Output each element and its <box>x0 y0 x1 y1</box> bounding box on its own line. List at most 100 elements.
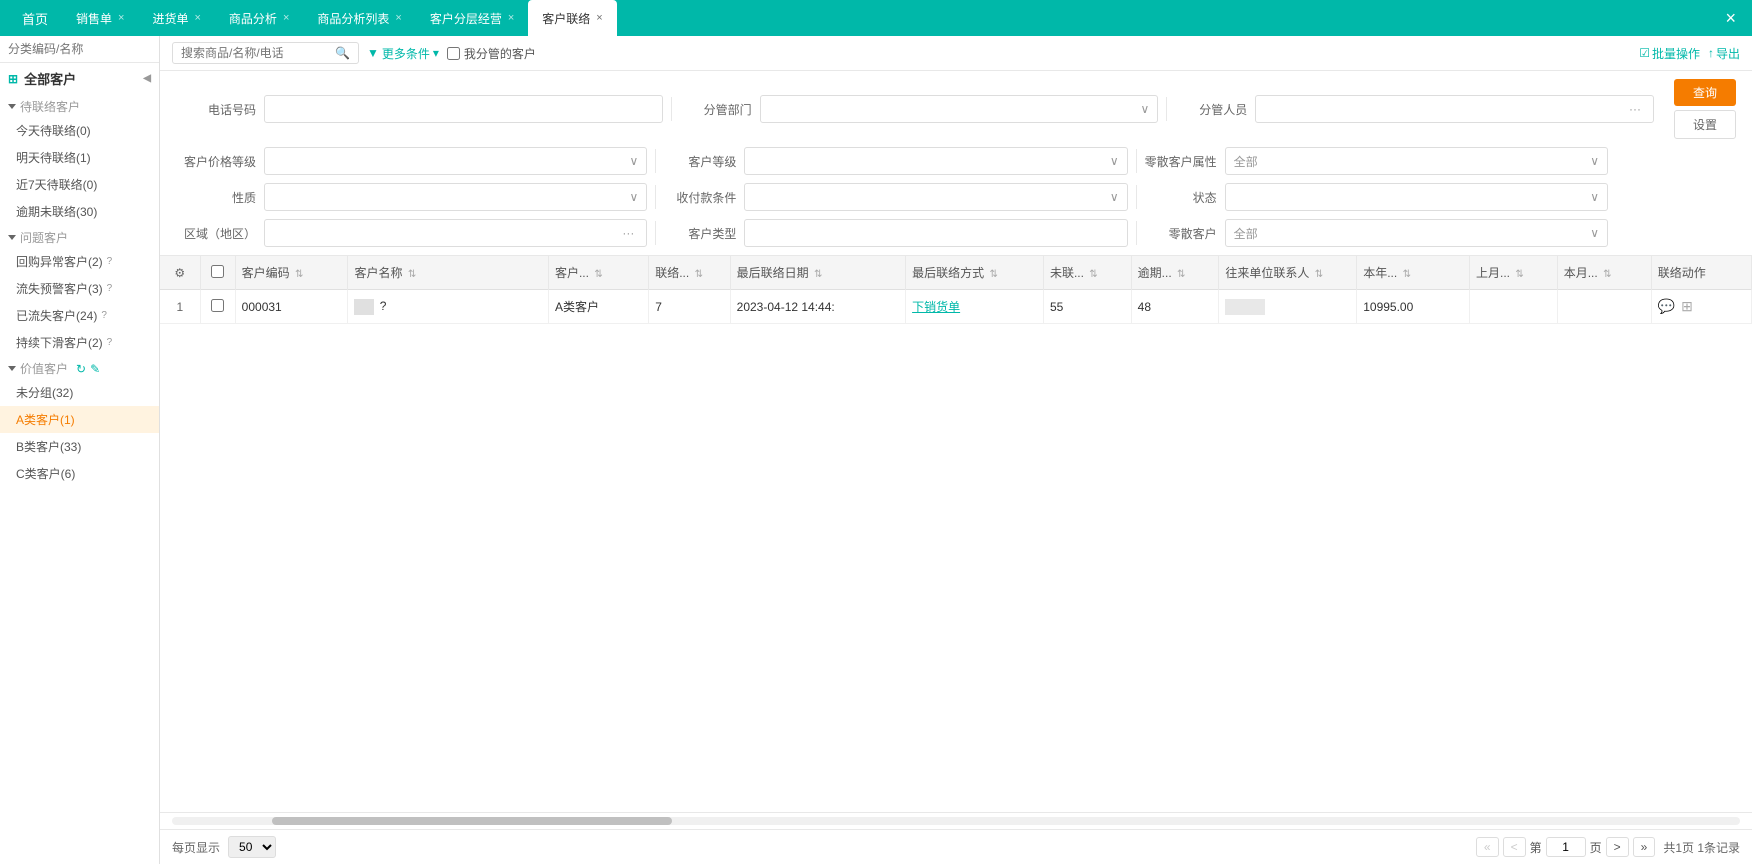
query-btn[interactable]: 查询 <box>1674 79 1736 106</box>
value-refresh-icon[interactable]: ↻ <box>76 362 86 376</box>
filter-nature: 性质 ∨ <box>176 183 655 211</box>
sidebar-item-tomorrow[interactable]: 明天待联络(1) <box>0 144 159 171</box>
close-tab-analysis-list[interactable]: × <box>395 12 401 24</box>
row-checkbox[interactable] <box>211 299 224 312</box>
more-conditions-btn[interactable]: ▼ 更多条件 ▾ <box>367 45 439 62</box>
col-contact[interactable]: 联络... ⇅ <box>649 256 730 290</box>
region-select[interactable]: ··· <box>264 219 647 247</box>
manager-select[interactable]: ··· <box>1255 95 1654 123</box>
sidebar-item-loss-warning[interactable]: 流失预警客户(3) ? <box>0 275 159 302</box>
col-annual[interactable]: 本年... ⇅ <box>1357 256 1470 290</box>
first-page-btn[interactable]: « <box>1476 837 1499 857</box>
region-dots[interactable]: ··· <box>618 226 638 240</box>
row-checkbox-cell[interactable] <box>200 290 235 324</box>
sidebar-item-c-class[interactable]: C类客户(6) <box>0 460 159 487</box>
col-last-date[interactable]: 最后联络日期 ⇅ <box>730 256 905 290</box>
sidebar-item-a-class[interactable]: A类客户(1) <box>0 406 159 433</box>
collapse-sidebar-icon[interactable]: ◀ <box>143 73 151 84</box>
col-last-method[interactable]: 最后联络方式 ⇅ <box>906 256 1044 290</box>
sidebar-item-today[interactable]: 今天待联络(0) <box>0 117 159 144</box>
sidebar-item-b-class[interactable]: B类客户(33) <box>0 433 159 460</box>
value-edit-icon[interactable]: ✎ <box>90 362 100 376</box>
my-customers-checkbox[interactable]: 我分管的客户 <box>447 45 536 62</box>
sidebar-item-repurchase[interactable]: 回购异常客户(2) ? <box>0 248 159 275</box>
filter-phone: 电话号码 <box>176 95 671 123</box>
col-type[interactable]: 客户... ⇅ <box>548 256 648 290</box>
chat-action-icon[interactable]: 💬 <box>1658 298 1675 315</box>
status-select[interactable]: ∨ <box>1225 183 1608 211</box>
window-close-btn[interactable]: × <box>1717 8 1744 29</box>
sidebar-item-declining[interactable]: 持续下滑客户(2) ? <box>0 329 159 356</box>
row-last-method[interactable]: 下销货单 <box>906 290 1044 324</box>
filter-manager: 分管人员 ··· <box>1167 95 1662 123</box>
qr-action-icon[interactable]: ⊞ <box>1681 298 1693 315</box>
nav-tab-analysis[interactable]: 商品分析 × <box>215 0 303 36</box>
close-tab-customer-contact[interactable]: × <box>596 12 602 24</box>
close-tab-customer-tier[interactable]: × <box>508 12 514 24</box>
help-icon-declining[interactable]: ? <box>107 337 113 348</box>
sidebar-item-ungrouped[interactable]: 未分组(32) <box>0 379 159 406</box>
problem-expand-icon <box>8 235 16 240</box>
price-level-select[interactable]: ∨ <box>264 147 647 175</box>
nature-chevron: ∨ <box>630 190 639 204</box>
phone-input[interactable] <box>264 95 663 123</box>
sidebar-item-overdue[interactable]: 逾期未联络(30) <box>0 198 159 225</box>
row-type: A类客户 <box>548 290 648 324</box>
sidebar-pending-group[interactable]: 待联络客户 <box>0 94 159 117</box>
retail-customer-label: 零散客户 <box>1145 225 1225 242</box>
sort-this-month-icon: ⇅ <box>1603 269 1611 280</box>
settings-col[interactable]: ⚙ <box>160 256 200 290</box>
next-page-btn[interactable]: > <box>1606 837 1629 857</box>
sidebar-value-group[interactable]: 价值客户 ↻ ✎ <box>0 356 159 379</box>
page-number-input[interactable] <box>1546 837 1586 857</box>
col-last-month[interactable]: 上月... ⇅ <box>1470 256 1558 290</box>
prev-page-btn[interactable]: < <box>1503 837 1526 857</box>
col-code[interactable]: 客户编码 ⇅ <box>235 256 348 290</box>
page-size-select[interactable]: 50 <box>228 836 276 858</box>
retail-attr-select[interactable]: 全部 ∨ <box>1225 147 1608 175</box>
my-customers-check[interactable] <box>447 47 460 60</box>
nav-home[interactable]: 首页 <box>8 0 62 36</box>
last-page-btn[interactable]: » <box>1633 837 1656 857</box>
retail-customer-select[interactable]: 全部 ∨ <box>1225 219 1608 247</box>
row-last-date: 2023-04-12 14:44: <box>730 290 905 324</box>
sidebar-item-lost[interactable]: 已流失客户(24) ? <box>0 302 159 329</box>
close-tab-purchase[interactable]: × <box>194 12 200 24</box>
close-tab-sales[interactable]: × <box>118 12 124 24</box>
nav-tab-customer-tier[interactable]: 客户分层经营 × <box>416 0 528 36</box>
col-unit-contact[interactable]: 往来单位联系人 ⇅ <box>1219 256 1357 290</box>
sort-name-icon: ⇅ <box>408 269 416 280</box>
dept-select[interactable]: ∨ <box>760 95 1159 123</box>
batch-ops-btn[interactable]: ☑ 批量操作 <box>1639 45 1700 62</box>
col-this-month[interactable]: 本月... ⇅ <box>1557 256 1651 290</box>
export-btn[interactable]: ↑ 导出 <box>1708 45 1740 62</box>
help-icon-repurchase[interactable]: ? <box>107 256 113 267</box>
sidebar-all-customers[interactable]: ⊞ 全部客户 ◀ <box>0 63 159 94</box>
payment-select[interactable]: ∨ <box>744 183 1127 211</box>
sidebar-search-input[interactable] <box>8 42 160 56</box>
customer-level-select[interactable]: ∨ <box>744 147 1127 175</box>
nav-tab-purchase[interactable]: 进货单 × <box>138 0 214 36</box>
customer-type-select[interactable] <box>744 219 1127 247</box>
select-all-checkbox[interactable] <box>211 265 224 278</box>
col-name[interactable]: 客户名称 ⇅ <box>348 256 549 290</box>
nav-tab-analysis-list[interactable]: 商品分析列表 × <box>303 0 415 36</box>
sidebar-item-7days[interactable]: 近7天待联络(0) <box>0 171 159 198</box>
nav-tab-sales[interactable]: 销售单 × <box>62 0 138 36</box>
select-all-col[interactable] <box>200 256 235 290</box>
filter-search-input[interactable] <box>181 46 331 60</box>
help-icon-lost[interactable]: ? <box>101 310 107 321</box>
row-index: 1 <box>160 290 200 324</box>
help-icon-loss-warning[interactable]: ? <box>107 283 113 294</box>
settings-btn[interactable]: 设置 <box>1674 110 1736 139</box>
filter-search-icon[interactable]: 🔍 <box>335 46 350 60</box>
col-overdue[interactable]: 逾期... ⇅ <box>1131 256 1219 290</box>
col-not-contacted[interactable]: 未联... ⇅ <box>1043 256 1131 290</box>
scrollbar-thumb[interactable] <box>272 817 672 825</box>
nature-select[interactable]: ∨ <box>264 183 647 211</box>
sidebar-problem-group[interactable]: 问题客户 <box>0 225 159 248</box>
manager-dots[interactable]: ··· <box>1625 102 1645 116</box>
close-tab-analysis[interactable]: × <box>283 12 289 24</box>
filter-bar: 🔍 ▼ 更多条件 ▾ 我分管的客户 ☑ 批量操作 ↑ 导出 <box>160 36 1752 71</box>
nav-tab-customer-contact[interactable]: 客户联络 × <box>528 0 616 36</box>
